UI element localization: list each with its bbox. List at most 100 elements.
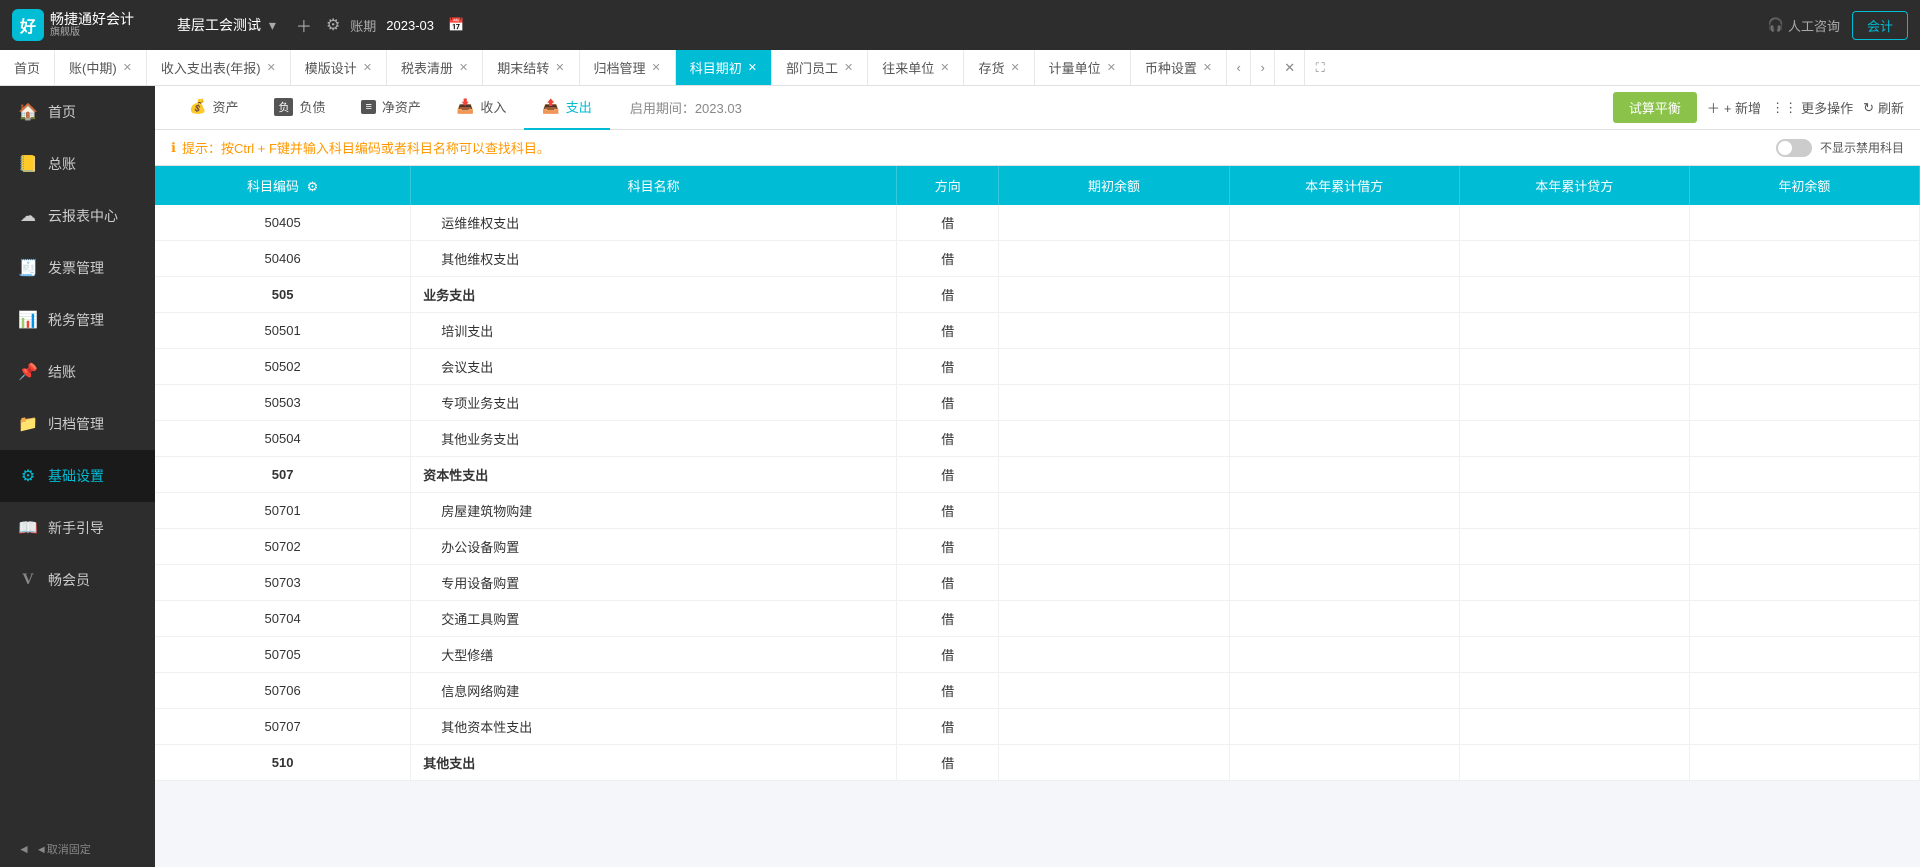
sidebar-item-home[interactable]: 🏠 首页 [0,86,155,138]
app-edition: 旗舰版 [50,27,134,38]
cell-name: 专项业务支出 [411,385,897,421]
table-row[interactable]: 50704 交通工具购置 借 [155,601,1920,637]
table-row[interactable]: 50504 其他业务支出 借 [155,421,1920,457]
table-row[interactable]: 50405 运维维权支出 借 [155,205,1920,241]
table-row[interactable]: 50705 大型修缮 借 [155,637,1920,673]
cell-dir: 借 [897,637,999,673]
tab-archive[interactable]: 归档管理 ✕ [580,50,676,86]
tab-expand-btn[interactable]: ⛶ [1305,50,1335,86]
tab-currency[interactable]: 币种设置 ✕ [1131,50,1227,86]
tab-close-all-btn[interactable]: ✕ [1275,50,1305,86]
col-header-name: 科目名称 [411,166,897,205]
table-row[interactable]: 507 资本性支出 借 [155,457,1920,493]
table-row[interactable]: 50503 专项业务支出 借 [155,385,1920,421]
tab-close-icon[interactable]: ✕ [267,61,276,74]
account-button[interactable]: 会计 [1852,11,1908,40]
cell-balance [999,745,1229,781]
tab-next-btn[interactable]: › [1251,50,1275,86]
sub-tab-net-assets[interactable]: ≡ 净资产 [343,86,438,130]
cell-debit [1229,385,1459,421]
cell-credit [1459,457,1689,493]
cell-dir: 借 [897,745,999,781]
col-settings-icon[interactable]: ⚙ [307,179,319,194]
table-row[interactable]: 50703 专用设备购置 借 [155,565,1920,601]
company-name[interactable]: 基层工会测试 ▾ [177,15,276,35]
cell-debit [1229,709,1459,745]
notice-bar: ℹ 提示：按Ctrl + F键并输入科目编码或者科目名称可以查找科目。 不显示禁… [155,130,1920,166]
info-icon: ℹ [171,140,176,156]
tab-close-icon[interactable]: ✕ [844,61,853,74]
sidebar-item-close-period[interactable]: 📌 结账 [0,346,155,398]
col-header-code: 科目编码 ⚙ [155,166,411,205]
tab-income-annual[interactable]: 收入支出表(年报) ✕ [147,50,291,86]
table-row[interactable]: 50706 信息网络购建 借 [155,673,1920,709]
toggle-label: 不显示禁用科目 [1820,139,1904,156]
tab-close-icon[interactable]: ✕ [748,61,757,74]
tab-template[interactable]: 模版设计 ✕ [291,50,387,86]
support-button[interactable]: 🎧 人工咨询 [1768,16,1840,35]
table-row[interactable]: 50701 房屋建筑物购建 借 [155,493,1920,529]
tab-close-icon[interactable]: ✕ [555,61,564,74]
tab-prev-btn[interactable]: ‹ [1227,50,1251,86]
tab-ledger-mid[interactable]: 账(中期) ✕ [55,50,147,86]
tab-department[interactable]: 部门员工 ✕ [772,50,868,86]
tab-period-end[interactable]: 期末结转 ✕ [483,50,579,86]
cell-code: 50502 [155,349,411,385]
cell-credit [1459,493,1689,529]
tab-tax[interactable]: 税表清册 ✕ [387,50,483,86]
sidebar-item-invoice[interactable]: 🧾 发票管理 [0,242,155,294]
cell-name: 资本性支出 [411,457,897,493]
sub-tab-liabilities[interactable]: 负 负债 [256,86,343,130]
calendar-icon[interactable]: 📅 [448,17,464,33]
table-row[interactable]: 50501 培训支出 借 [155,313,1920,349]
sub-tab-expenditure[interactable]: 📤 支出 [524,86,609,130]
sidebar-collapse-btn[interactable]: ◄ ◄取消固定 [0,831,155,867]
table-row[interactable]: 50502 会议支出 借 [155,349,1920,385]
table-row[interactable]: 510 其他支出 借 [155,745,1920,781]
table-row[interactable]: 50702 办公设备购置 借 [155,529,1920,565]
logo-area: 好 畅捷通好会计 旗舰版 [12,9,167,41]
tab-close-icon[interactable]: ✕ [123,61,132,74]
tab-close-icon[interactable]: ✕ [1203,61,1212,74]
tab-close-icon[interactable]: ✕ [1107,61,1116,74]
home-icon: 🏠 [18,102,38,122]
new-button[interactable]: ＋ + 新增 [1707,98,1761,117]
tab-counterpart[interactable]: 往来单位 ✕ [868,50,964,86]
tab-home[interactable]: 首页 [0,50,55,86]
cell-annual [1689,529,1919,565]
cell-balance [999,457,1229,493]
table-row[interactable]: 505 业务支出 借 [155,277,1920,313]
tab-inventory[interactable]: 存货 ✕ [964,50,1034,86]
cell-debit [1229,601,1459,637]
cell-annual [1689,205,1919,241]
cell-debit [1229,277,1459,313]
settings-icon[interactable]: ⚙ [326,15,340,35]
tab-subject-init[interactable]: 科目期初 ✕ [676,50,772,86]
tab-close-icon[interactable]: ✕ [459,61,468,74]
sidebar-item-basic-settings[interactable]: ⚙ 基础设置 [0,450,155,502]
table-row[interactable]: 50707 其他资本性支出 借 [155,709,1920,745]
table-row[interactable]: 50406 其他维权支出 借 [155,241,1920,277]
sidebar-item-membership[interactable]: V 畅会员 [0,554,155,606]
sub-tab-assets[interactable]: 💰 资产 [171,86,256,130]
sidebar-item-general-ledger[interactable]: 📒 总账 [0,138,155,190]
tab-close-icon[interactable]: ✕ [1010,61,1019,74]
tab-close-icon[interactable]: ✕ [363,61,372,74]
more-actions-button[interactable]: ⋮⋮ 更多操作 [1771,98,1853,117]
tab-close-icon[interactable]: ✕ [652,61,661,74]
tab-unit[interactable]: 计量单位 ✕ [1035,50,1131,86]
period-label: 账期 [350,16,376,35]
cell-dir: 借 [897,601,999,637]
add-icon[interactable]: ＋ [296,13,312,37]
tab-close-icon[interactable]: ✕ [940,61,949,74]
cell-annual [1689,349,1919,385]
calc-balance-button[interactable]: 试算平衡 [1613,92,1697,123]
sidebar-item-tax[interactable]: 📊 税务管理 [0,294,155,346]
sub-tab-income[interactable]: 📥 收入 [439,86,524,130]
sidebar-item-guide[interactable]: 📖 新手引导 [0,502,155,554]
cell-code: 50405 [155,205,411,241]
toggle-disabled-subjects[interactable] [1776,139,1812,157]
refresh-button[interactable]: ↻ 刷新 [1863,98,1904,117]
sidebar-item-archive[interactable]: 📁 归档管理 [0,398,155,450]
sidebar-item-cloud-reports[interactable]: ☁ 云报表中心 [0,190,155,242]
